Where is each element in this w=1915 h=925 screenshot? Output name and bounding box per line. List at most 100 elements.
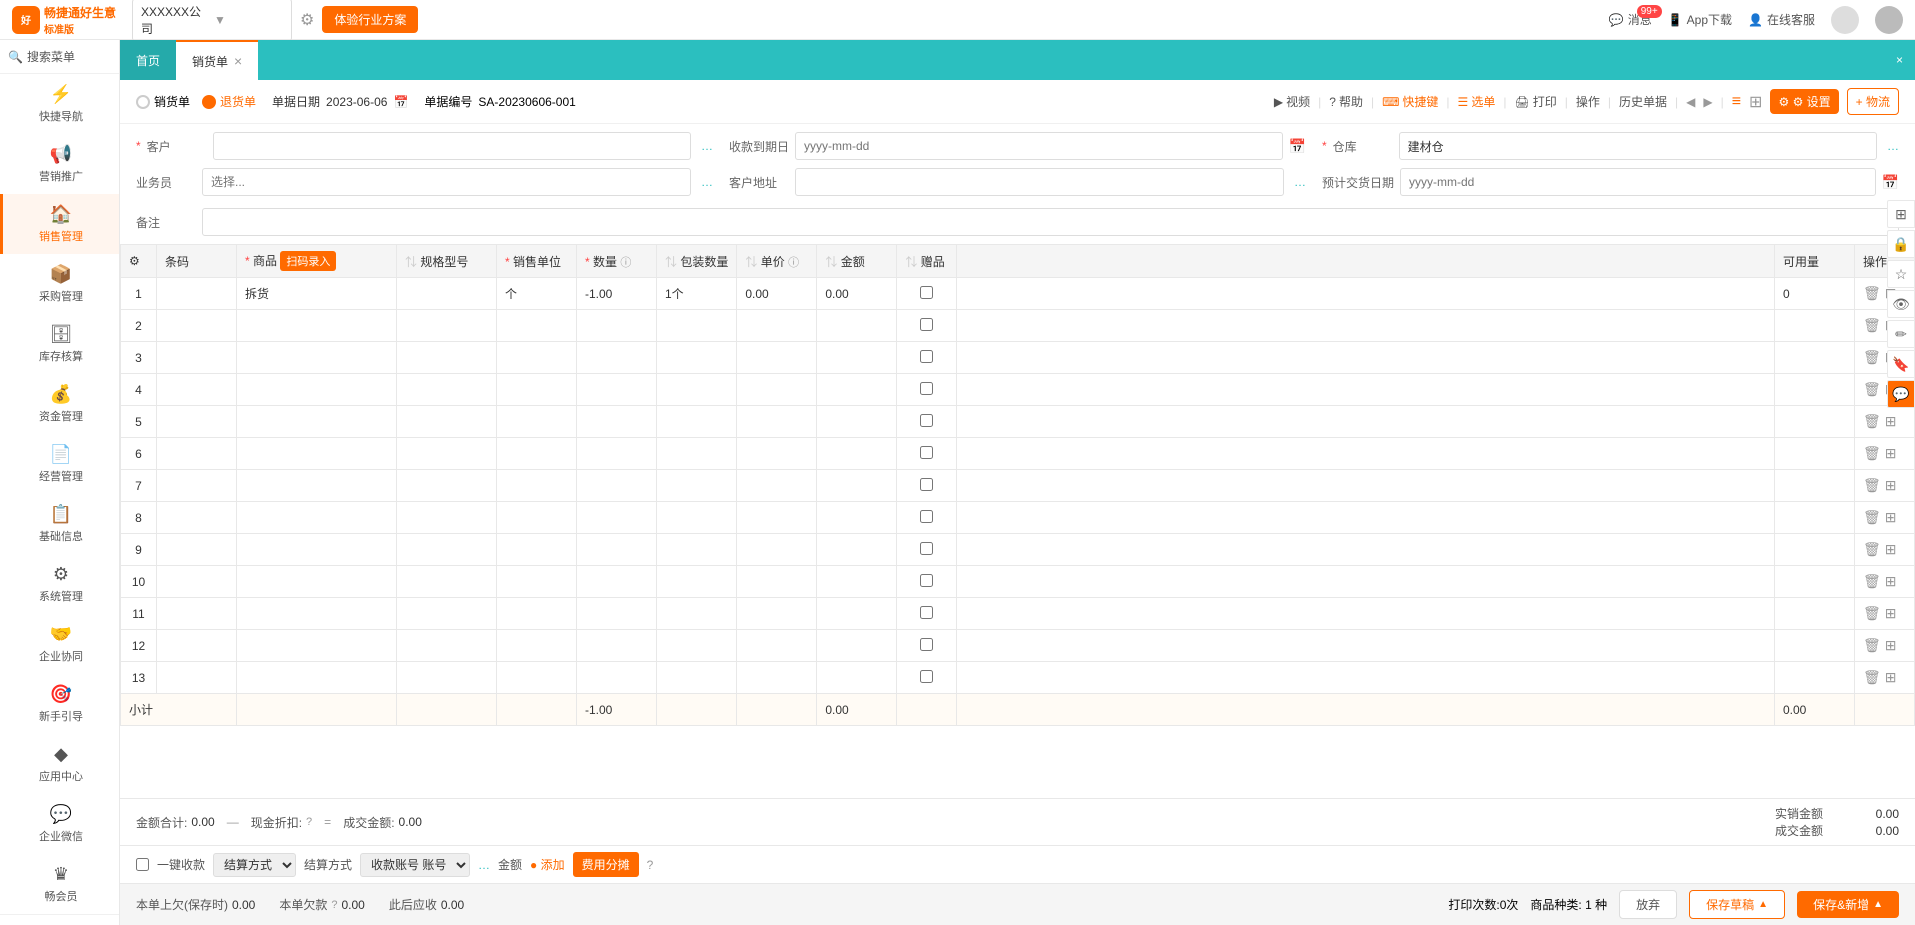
sidebar-item-guide[interactable]: 🎯 新手引导 [0, 674, 119, 734]
row-product[interactable] [237, 502, 397, 534]
row-product[interactable] [237, 630, 397, 662]
sidebar-item-finance[interactable]: 💰 资金管理 [0, 374, 119, 434]
save-draft-button[interactable]: 保存草稿 ▲ [1689, 890, 1785, 919]
row-spec[interactable] [397, 470, 497, 502]
row-pack-qty[interactable] [657, 662, 737, 694]
row-amount[interactable] [817, 534, 897, 566]
row-delete-icon[interactable]: 🗑 [1863, 637, 1881, 654]
row-delete-icon[interactable]: 🗑 [1863, 573, 1881, 590]
row-spec[interactable] [397, 534, 497, 566]
row-amount[interactable] [817, 470, 897, 502]
row-pack-qty[interactable] [657, 470, 737, 502]
row-gift[interactable] [897, 566, 957, 598]
settings-icon[interactable]: ⚙ [300, 10, 314, 30]
radio-return-order[interactable]: 退货单 [202, 93, 256, 110]
sidebar-item-marketing[interactable]: 📢 营销推广 [0, 134, 119, 194]
row-product[interactable] [237, 438, 397, 470]
row-price[interactable] [737, 406, 817, 438]
row-gift[interactable] [897, 630, 957, 662]
row-qty[interactable] [577, 342, 657, 374]
user-avatar-2[interactable] [1875, 6, 1903, 34]
salesman-input[interactable] [202, 168, 691, 196]
row-product[interactable] [237, 598, 397, 630]
view-grid-icon[interactable]: ⊞ [1749, 92, 1762, 112]
row-pack-qty[interactable]: 1个 [657, 278, 737, 310]
row-qty[interactable] [577, 598, 657, 630]
row-product[interactable] [237, 534, 397, 566]
user-avatar[interactable] [1831, 6, 1859, 34]
row-gift[interactable] [897, 374, 957, 406]
row-gift[interactable] [897, 534, 957, 566]
row-product[interactable] [237, 470, 397, 502]
row-unit[interactable] [497, 310, 577, 342]
row-barcode[interactable] [157, 566, 237, 598]
row-barcode[interactable] [157, 438, 237, 470]
row-pack-qty[interactable] [657, 502, 737, 534]
expected-date-input[interactable] [1400, 168, 1876, 196]
row-spec[interactable] [397, 310, 497, 342]
video-btn[interactable]: ▶ 视频 [1274, 93, 1310, 110]
row-delete-icon[interactable]: 🗑 [1863, 477, 1881, 494]
row-price[interactable] [737, 310, 817, 342]
row-delete-icon[interactable]: 🗑 [1863, 349, 1881, 366]
row-barcode[interactable] [157, 534, 237, 566]
row-delete-icon[interactable]: 🗑 [1863, 445, 1881, 462]
row-amount[interactable] [817, 598, 897, 630]
customer-addr-input[interactable] [795, 168, 1284, 196]
row-product[interactable] [237, 406, 397, 438]
nav-next-icon[interactable]: ▶ [1703, 95, 1712, 109]
row-qty[interactable] [577, 630, 657, 662]
row-qty[interactable] [577, 534, 657, 566]
row-qty[interactable] [577, 502, 657, 534]
row-price[interactable] [737, 470, 817, 502]
scan-button[interactable]: 扫码录入 [280, 251, 336, 271]
float-lock-btn[interactable]: 🔒 [1887, 230, 1915, 258]
row-copy-icon[interactable]: ⊞ [1885, 541, 1897, 558]
row-unit[interactable] [497, 438, 577, 470]
tab-home[interactable]: 首页 [120, 40, 176, 80]
expense-help-icon[interactable]: ? [647, 858, 654, 872]
row-gift[interactable] [897, 406, 957, 438]
customer-input[interactable] [213, 132, 691, 160]
row-unit[interactable] [497, 374, 577, 406]
select-btn[interactable]: ☰ 选单 [1458, 93, 1496, 110]
sidebar-item-sales[interactable]: 🏠 销售管理 [0, 194, 119, 254]
row-spec[interactable] [397, 374, 497, 406]
row-unit[interactable] [497, 342, 577, 374]
row-spec[interactable] [397, 406, 497, 438]
float-chat-btn[interactable]: 💬 [1887, 380, 1915, 408]
account-lookup-icon[interactable]: … [478, 858, 490, 872]
date-calendar-icon[interactable]: 📅 [393, 95, 408, 109]
row-pack-qty[interactable] [657, 630, 737, 662]
row-gift[interactable] [897, 598, 957, 630]
row-barcode[interactable] [157, 310, 237, 342]
row-unit[interactable]: 个 [497, 278, 577, 310]
row-delete-icon[interactable]: 🗑 [1863, 509, 1881, 526]
company-selector[interactable]: XXXXXX公司 ▼ [132, 0, 292, 42]
row-gift[interactable] [897, 278, 957, 310]
row-product[interactable]: 拆货 [237, 278, 397, 310]
flow-button[interactable]: + 物流 [1847, 88, 1899, 115]
row-unit[interactable] [497, 598, 577, 630]
row-barcode[interactable] [157, 406, 237, 438]
view-list-icon[interactable]: ≡ [1732, 93, 1741, 111]
sidebar-item-shortcut[interactable]: ⚡ 快捷导航 [0, 74, 119, 134]
row-unit[interactable] [497, 502, 577, 534]
float-star-btn[interactable]: ☆ [1887, 260, 1915, 288]
row-product[interactable] [237, 310, 397, 342]
row-delete-icon[interactable]: 🗑 [1863, 413, 1881, 430]
row-barcode[interactable] [157, 662, 237, 694]
row-qty[interactable] [577, 470, 657, 502]
row-gift[interactable] [897, 662, 957, 694]
row-spec[interactable] [397, 438, 497, 470]
row-copy-icon[interactable]: ⊞ [1885, 445, 1897, 462]
row-price[interactable] [737, 662, 817, 694]
row-pack-qty[interactable] [657, 342, 737, 374]
row-copy-icon[interactable]: ⊞ [1885, 605, 1897, 622]
trial-button[interactable]: 体验行业方案 [322, 6, 418, 33]
salesman-lookup-icon[interactable]: … [701, 175, 713, 189]
help-btn[interactable]: ? 帮助 [1329, 93, 1363, 110]
row-price[interactable] [737, 374, 817, 406]
row-delete-icon[interactable]: 🗑 [1863, 317, 1881, 334]
row-qty[interactable] [577, 438, 657, 470]
